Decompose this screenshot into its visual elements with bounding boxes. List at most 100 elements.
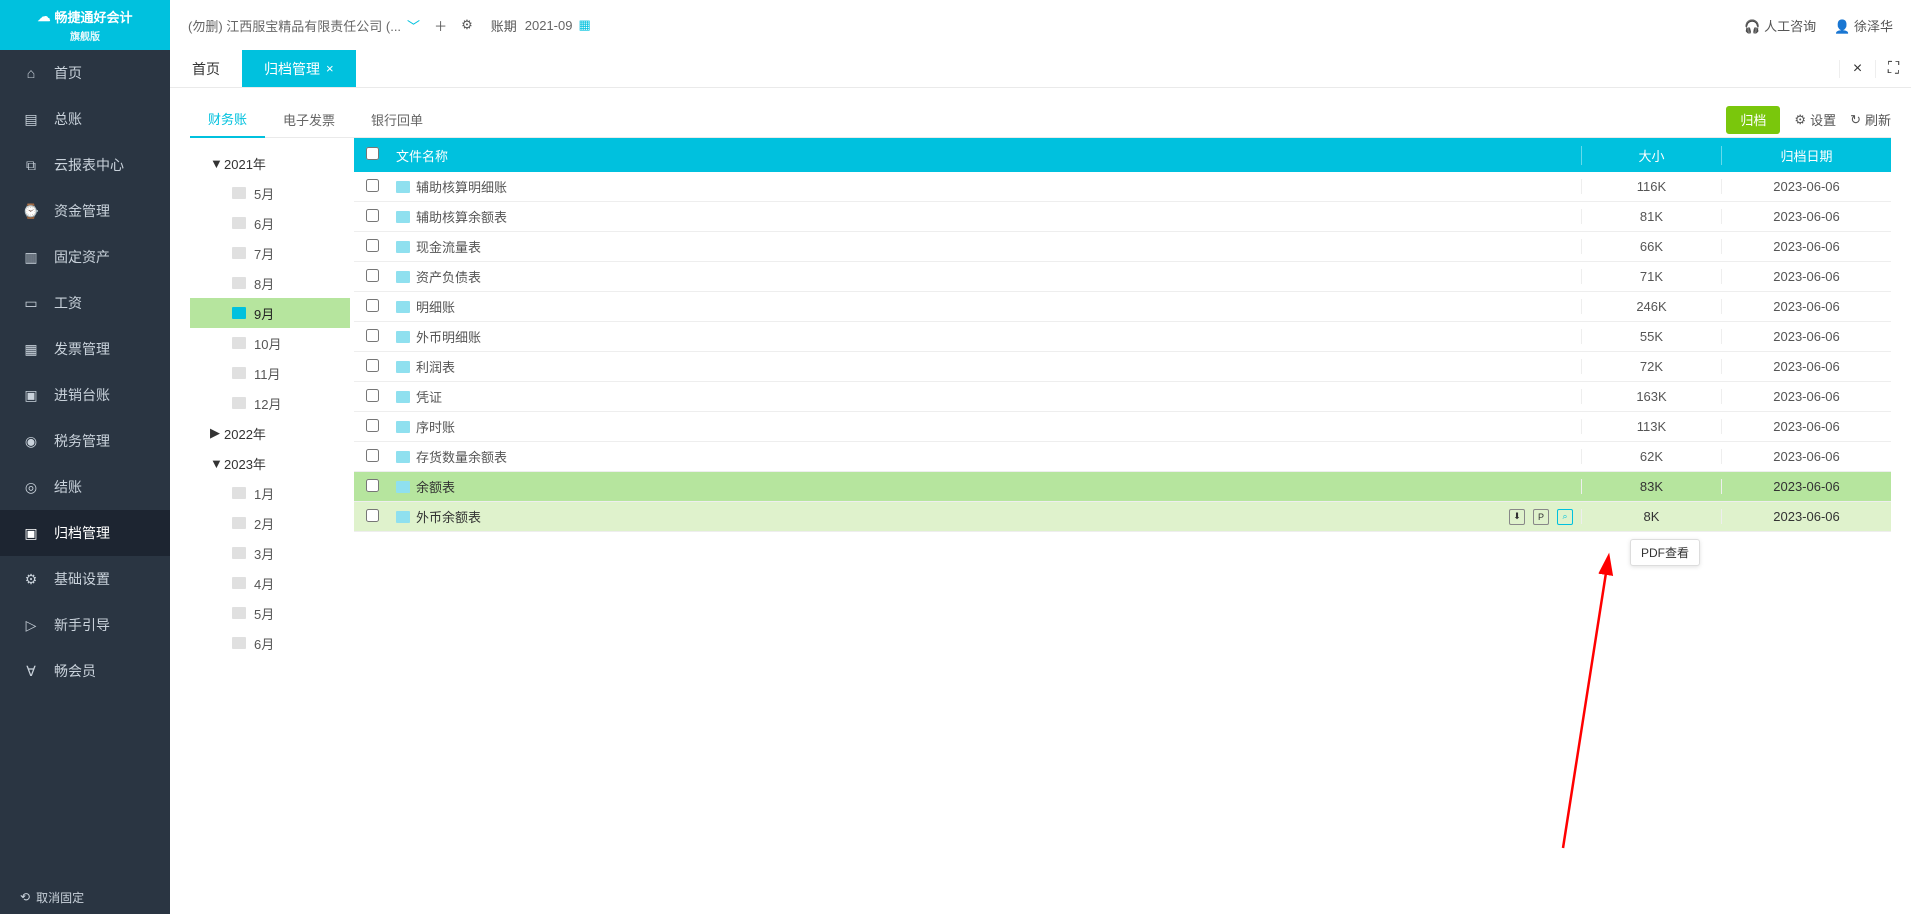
file-name: 资产负债表 [416,267,481,286]
nav-item-7[interactable]: ▣进销台账 [0,372,170,418]
tree-year[interactable]: ▶2022年 [190,418,350,448]
fullscreen-button[interactable]: ⛶ [1875,60,1911,78]
asset-icon: ▥ [22,249,40,266]
avatar-icon: 👤 [1834,19,1850,34]
nav-item-8[interactable]: ◉税务管理 [0,418,170,464]
nav-item-2[interactable]: ⧉云报表中心 [0,142,170,188]
file-name: 外币余额表 [416,507,481,526]
nav-item-3[interactable]: ⌚资金管理 [0,188,170,234]
chevron-down-icon: ﹀ [407,16,420,35]
tab-1[interactable]: 归档管理× [242,50,356,87]
folder-icon [232,517,246,529]
tab-close-icon[interactable]: × [326,61,334,76]
tree-month[interactable]: 9月 [190,298,350,328]
nav-item-11[interactable]: ⚙基础设置 [0,556,170,602]
tab-0[interactable]: 首页 [170,50,242,87]
pdf-view-icon[interactable]: ⌕ [1557,509,1573,525]
header: (勿删) 江西服宝精品有限责任公司 (... ﹀ ＋ ⚙ 账期 2021-09 … [170,0,1911,50]
table-row[interactable]: 资产负债表 71K 2023-06-06 [354,262,1891,292]
pdf-icon[interactable]: P [1533,509,1549,525]
tree-month[interactable]: 7月 [190,238,350,268]
tree-month[interactable]: 5月 [190,178,350,208]
refresh-link[interactable]: ↻ 刷新 [1850,110,1891,129]
tree-year[interactable]: ▼2023年 [190,448,350,478]
table-row[interactable]: 辅助核算明细账 116K 2023-06-06 [354,172,1891,202]
row-checkbox[interactable] [366,509,379,522]
subtab-2[interactable]: 银行回单 [353,102,441,138]
nav-label: 畅会员 [54,661,96,681]
nav-label: 税务管理 [54,431,110,451]
table-row[interactable]: 余额表 83K 2023-06-06 [354,472,1891,502]
row-checkbox[interactable] [366,209,379,222]
subtab-0[interactable]: 财务账 [190,102,265,138]
tree-month[interactable]: 11月 [190,358,350,388]
row-checkbox[interactable] [366,239,379,252]
archive-date: 2023-06-06 [1721,209,1891,224]
company-selector[interactable]: (勿删) 江西服宝精品有限责任公司 (... ﹀ [188,16,420,35]
table-row[interactable]: 凭证 163K 2023-06-06 [354,382,1891,412]
tree-month[interactable]: 1月 [190,478,350,508]
row-checkbox[interactable] [366,179,379,192]
nav-item-13[interactable]: ∀畅会员 [0,648,170,694]
archive-date: 2023-06-06 [1721,449,1891,464]
tree-month[interactable]: 8月 [190,268,350,298]
calendar-icon[interactable]: ▦ [578,17,590,33]
table-row[interactable]: 外币明细账 55K 2023-06-06 [354,322,1891,352]
folder-icon [396,481,410,493]
tree-month[interactable]: 2月 [190,508,350,538]
tree-month[interactable]: 12月 [190,388,350,418]
row-checkbox[interactable] [366,479,379,492]
add-company-button[interactable]: ＋ [434,16,447,35]
month-label: 6月 [254,634,274,653]
table-row[interactable]: 明细账 246K 2023-06-06 [354,292,1891,322]
row-checkbox[interactable] [366,359,379,372]
tree-month[interactable]: 6月 [190,208,350,238]
folder-icon [232,247,246,259]
row-checkbox[interactable] [366,419,379,432]
subtab-1[interactable]: 电子发票 [265,102,353,138]
nav-item-12[interactable]: ▷新手引导 [0,602,170,648]
archive-button[interactable]: 归档 [1726,106,1780,134]
tree-month[interactable]: 10月 [190,328,350,358]
nav-item-1[interactable]: ▤总账 [0,96,170,142]
period-value[interactable]: 2021-09 [525,18,573,33]
company-settings-button[interactable]: ⚙ [461,17,473,33]
nav-item-10[interactable]: ▣归档管理 [0,510,170,556]
close-tab-button[interactable]: × [1839,60,1875,78]
tree-month[interactable]: 3月 [190,538,350,568]
nav-item-9[interactable]: ◎结账 [0,464,170,510]
download-icon[interactable]: ⬇ [1509,509,1525,525]
nav-item-6[interactable]: ▦发票管理 [0,326,170,372]
table-row[interactable]: 外币余额表 ⬇ P ⌕ 8K 2023-06-06 [354,502,1891,532]
table-row[interactable]: 现金流量表 66K 2023-06-06 [354,232,1891,262]
row-checkbox[interactable] [366,269,379,282]
select-all-checkbox[interactable] [366,147,379,160]
row-checkbox[interactable] [366,449,379,462]
settings-link[interactable]: ⚙ 设置 [1794,110,1836,129]
table-header: 文件名称 大小 归档日期 [354,138,1891,172]
tree-month[interactable]: 4月 [190,568,350,598]
year-label: 2022年 [224,424,266,443]
tree-year[interactable]: ▼2021年 [190,148,350,178]
table-row[interactable]: 利润表 72K 2023-06-06 [354,352,1891,382]
table-row[interactable]: 辅助核算余额表 81K 2023-06-06 [354,202,1891,232]
archive-date: 2023-06-06 [1721,239,1891,254]
folder-icon [232,607,246,619]
nav-item-5[interactable]: ▭工资 [0,280,170,326]
tree-month[interactable]: 5月 [190,598,350,628]
table-row[interactable]: 存货数量余额表 62K 2023-06-06 [354,442,1891,472]
row-checkbox[interactable] [366,329,379,342]
nav-item-4[interactable]: ▥固定资产 [0,234,170,280]
table-row[interactable]: 序时账 113K 2023-06-06 [354,412,1891,442]
pin-toggle[interactable]: ⟲ 取消固定 [0,880,170,914]
invoice-icon: ▦ [22,341,40,358]
file-size: 163K [1581,389,1721,404]
support-link[interactable]: 🎧 人工咨询 [1744,16,1816,35]
user-menu[interactable]: 👤 徐泽华 [1834,16,1893,35]
brand-name: 畅捷通好会计 [54,7,132,26]
tree-month[interactable]: 6月 [190,628,350,658]
row-checkbox[interactable] [366,299,379,312]
nav-item-0[interactable]: ⌂首页 [0,50,170,96]
caret-right-icon: ▶ [210,425,224,441]
row-checkbox[interactable] [366,389,379,402]
